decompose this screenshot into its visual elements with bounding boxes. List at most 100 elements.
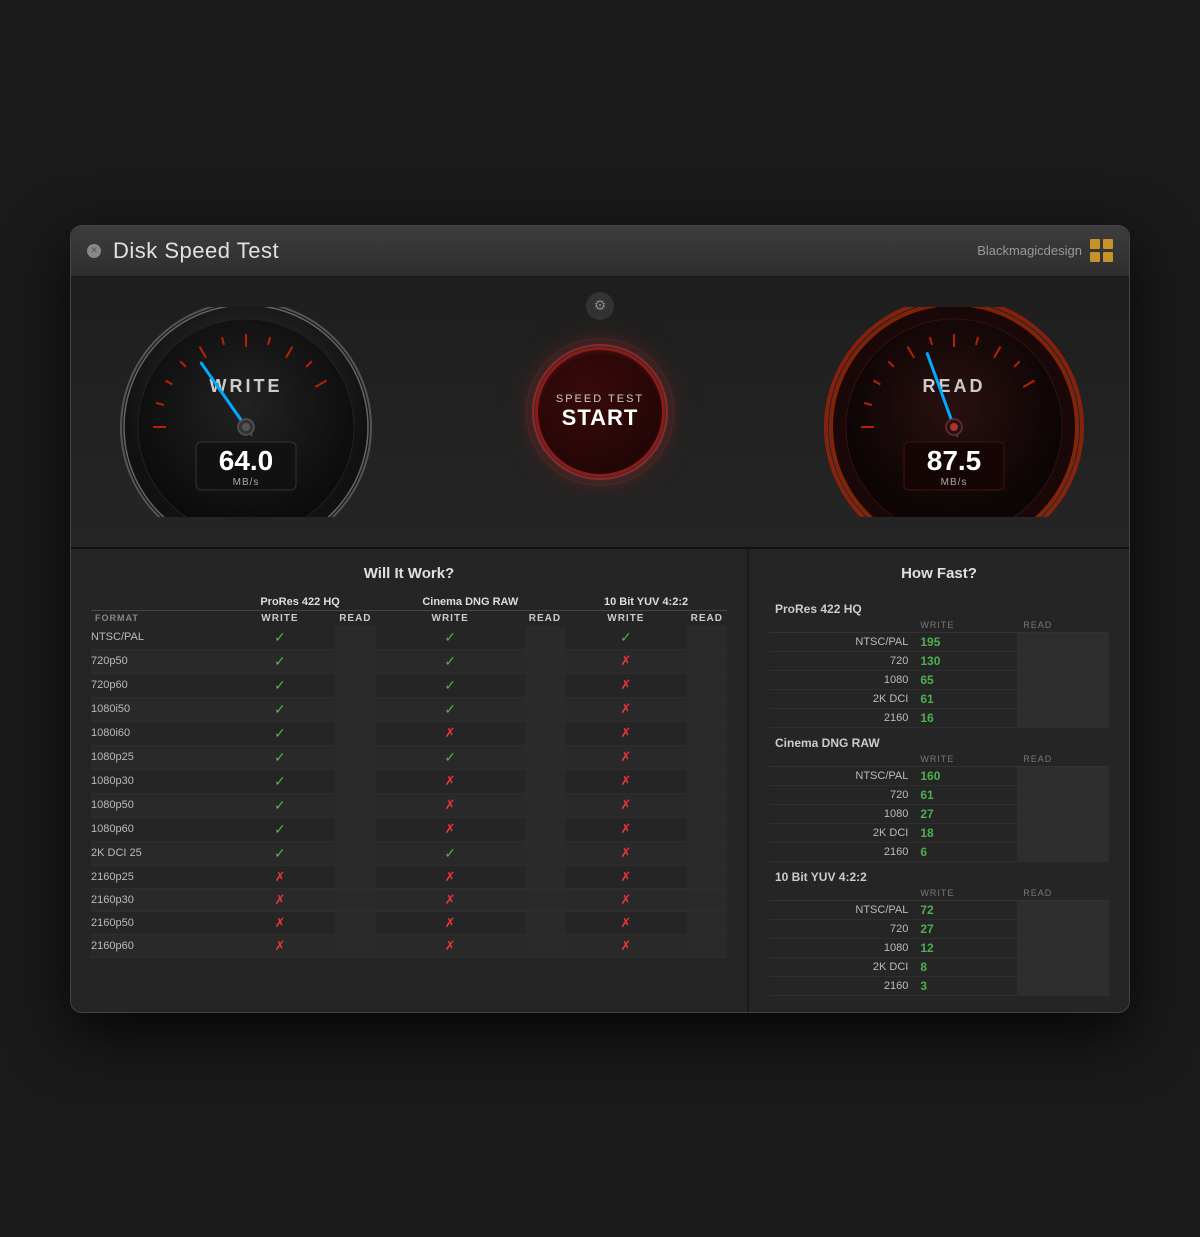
- brand-name: Blackmagicdesign: [977, 243, 1082, 258]
- hf-section-header: Cinema DNG RAW: [769, 727, 1109, 752]
- brand-logo: Blackmagicdesign: [977, 239, 1113, 262]
- hf-row: 108027: [769, 804, 1109, 823]
- format-name-cell: 720p60: [91, 673, 225, 697]
- table-row: 1080i60✓✗✗: [91, 721, 727, 745]
- hf-row: 72061: [769, 785, 1109, 804]
- hf-section-header: 10 Bit YUV 4:2:2: [769, 861, 1109, 886]
- svg-text:MB/s: MB/s: [233, 477, 260, 488]
- check-icon: ✓: [444, 677, 456, 693]
- cross-icon: ✗: [445, 725, 456, 740]
- cross-icon: ✗: [445, 892, 456, 907]
- table-row: 1080p25✓✓✗: [91, 745, 727, 769]
- table-row: 2160p30 ✗ ✗ ✗: [91, 888, 727, 911]
- cross-icon: ✗: [445, 821, 456, 836]
- hf-row: 216016: [769, 708, 1109, 727]
- yuv-read-subheader: READ: [687, 610, 727, 626]
- cross-icon: ✗: [620, 915, 631, 930]
- check-icon: ✓: [444, 629, 456, 645]
- settings-button[interactable]: ⚙: [586, 292, 614, 320]
- dng-write-subheader: WRITE: [376, 610, 525, 626]
- how-fast-table: ProRes 422 HQWRITEREADNTSC/PAL1957201301…: [769, 594, 1109, 996]
- read-gauge-svg: READ 87.5 MB/s: [819, 307, 1089, 517]
- hf-section-header: ProRes 422 HQ: [769, 594, 1109, 618]
- cross-icon: ✗: [620, 797, 631, 812]
- write-gauge: WRITE 64.0 MB/s: [111, 307, 381, 517]
- table-row: 2K DCI 25✓✓✗: [91, 841, 727, 865]
- brand-sq-3: [1090, 252, 1100, 262]
- format-name-cell: 2160p60: [91, 934, 225, 957]
- format-name-cell: 2160p30: [91, 888, 225, 911]
- brand-sq-4: [1103, 252, 1113, 262]
- start-button-label-top: SPEED TEST: [556, 393, 644, 405]
- table-row: 2160p50✗✗✗: [91, 911, 727, 934]
- check-icon: ✓: [444, 701, 456, 717]
- data-section: Will It Work? ProRes 422 HQ Cinema DNG R…: [71, 549, 1129, 1012]
- cross-icon: ✗: [445, 938, 456, 953]
- cross-icon: ✗: [274, 869, 285, 884]
- check-icon: ✓: [274, 629, 286, 645]
- hf-row: 108065: [769, 670, 1109, 689]
- format-name-cell: 1080i60: [91, 721, 225, 745]
- hf-row: 21603: [769, 976, 1109, 995]
- format-name-cell: 1080p25: [91, 745, 225, 769]
- format-name-cell: 2160p50: [91, 911, 225, 934]
- yuv-write-subheader: WRITE: [565, 610, 687, 626]
- format-name-cell: 1080p60: [91, 817, 225, 841]
- format-name-cell: 2160p25: [91, 865, 225, 888]
- read-gauge: READ 87.5 MB/s: [819, 307, 1089, 517]
- svg-text:READ: READ: [922, 376, 985, 396]
- cross-icon: ✗: [620, 892, 631, 907]
- format-name-cell: 2K DCI 25: [91, 841, 225, 865]
- format-name-cell: 1080p50: [91, 793, 225, 817]
- cross-icon: ✗: [445, 915, 456, 930]
- cross-icon: ✗: [274, 938, 285, 953]
- brand-sq-2: [1103, 239, 1113, 249]
- brand-icon: [1090, 239, 1113, 262]
- hf-row: 108012: [769, 938, 1109, 957]
- cross-icon: ✗: [445, 797, 456, 812]
- check-icon: ✓: [274, 749, 286, 765]
- table-row: 720p50✓✓✗: [91, 649, 727, 673]
- cross-icon: ✗: [445, 869, 456, 884]
- table-row: 2160p25✗✗✗: [91, 865, 727, 888]
- close-button[interactable]: ✕: [87, 244, 101, 258]
- format-col-header: [91, 594, 225, 611]
- will-it-work-rows: NTSC/PAL✓✓✓720p50✓✓✗720p60✓✓✗1080i50✓✓✗1…: [91, 626, 727, 958]
- format-name-cell: 1080p30: [91, 769, 225, 793]
- format-name-cell: 720p50: [91, 649, 225, 673]
- check-icon: ✓: [444, 749, 456, 765]
- hf-row: 21606: [769, 842, 1109, 861]
- check-icon: ✓: [274, 797, 286, 813]
- hf-row: 2K DCI8: [769, 957, 1109, 976]
- how-fast-rows: ProRes 422 HQWRITEREADNTSC/PAL1957201301…: [769, 594, 1109, 996]
- dng-header: Cinema DNG RAW: [376, 594, 566, 611]
- will-it-work-title: Will It Work?: [91, 565, 727, 582]
- table-row: 1080i50✓✓✗: [91, 697, 727, 721]
- hf-row: 2K DCI61: [769, 689, 1109, 708]
- prores-header: ProRes 422 HQ: [225, 594, 376, 611]
- start-button-label-main: START: [562, 405, 639, 431]
- title-bar: ✕ Disk Speed Test Blackmagicdesign: [71, 226, 1129, 277]
- hf-row: 72027: [769, 919, 1109, 938]
- how-fast-title: How Fast?: [769, 565, 1109, 582]
- check-icon: ✓: [274, 821, 286, 837]
- cross-icon: ✗: [620, 938, 631, 953]
- table-row: 1080p50 ✓ ✗ ✗: [91, 793, 727, 817]
- cross-icon: ✗: [620, 845, 631, 860]
- center-area: ⚙ SPEED TEST START: [535, 347, 665, 477]
- cross-icon: ✗: [620, 821, 631, 836]
- format-name-cell: NTSC/PAL: [91, 626, 225, 650]
- cross-icon: ✗: [274, 892, 285, 907]
- cross-icon: ✗: [620, 653, 631, 668]
- check-icon: ✓: [274, 773, 286, 789]
- title-bar-left: ✕ Disk Speed Test: [87, 238, 279, 264]
- table-row: 2160p60 ✗ ✗ ✗: [91, 934, 727, 957]
- check-icon: ✓: [274, 653, 286, 669]
- hf-row: NTSC/PAL160: [769, 766, 1109, 785]
- start-button[interactable]: SPEED TEST START: [535, 347, 665, 477]
- table-row: NTSC/PAL✓✓✓: [91, 626, 727, 650]
- cross-icon: ✗: [620, 701, 631, 716]
- check-icon: ✓: [274, 677, 286, 693]
- cross-icon: ✗: [620, 677, 631, 692]
- will-it-work-table: ProRes 422 HQ Cinema DNG RAW 10 Bit YUV …: [91, 594, 727, 958]
